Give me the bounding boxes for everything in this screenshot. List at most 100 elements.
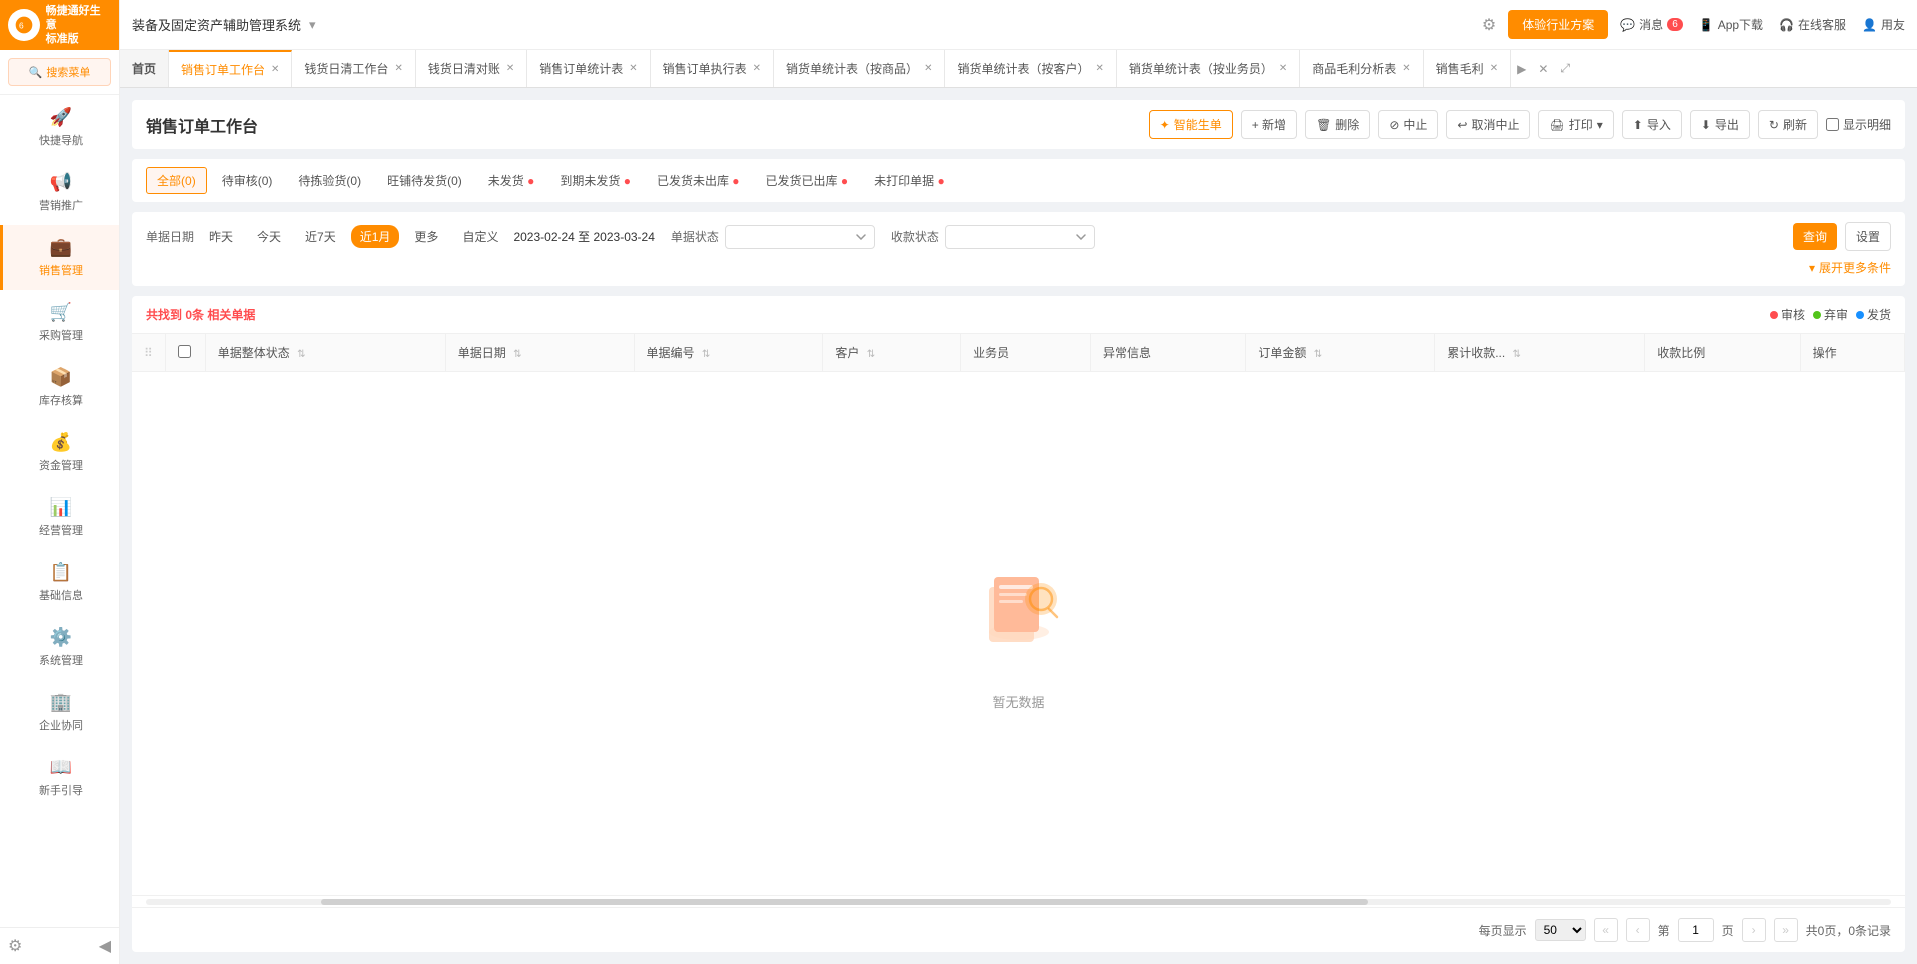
first-page-button[interactable]: « bbox=[1594, 918, 1618, 942]
refresh-button[interactable]: ↻ 刷新 bbox=[1758, 110, 1818, 139]
message-button[interactable]: 💬 消息 6 bbox=[1620, 16, 1683, 33]
sidebar-nav: 🚀 快捷导航 📢 营销推广 💼 销售管理 🛒 采购管理 📦 库存核算 💰 资金管… bbox=[0, 95, 119, 927]
page-prefix-label: 第 bbox=[1658, 922, 1670, 939]
tab-close-icon[interactable]: ✕ bbox=[1402, 63, 1410, 74]
tab-sales-profit[interactable]: 销售毛利 ✕ bbox=[1424, 50, 1511, 88]
sidebar-item-guide[interactable]: 📖 新手引导 bbox=[0, 745, 119, 810]
review-action-button[interactable]: 审核 bbox=[1770, 306, 1805, 323]
topbar-gear-icon[interactable]: ⚙ bbox=[1482, 15, 1496, 35]
filter-tab-pending-inspect[interactable]: 待拣验货(0) bbox=[287, 167, 372, 194]
date-btn-custom[interactable]: 自定义 bbox=[453, 225, 507, 248]
tab-sales-exec[interactable]: 销售订单执行表 ✕ bbox=[651, 50, 774, 88]
delete-button[interactable]: 🗑 删除 bbox=[1305, 110, 1370, 139]
tab-close-icon[interactable]: ✕ bbox=[629, 63, 637, 74]
show-detail-checkbox-label[interactable]: 显示明细 bbox=[1826, 116, 1891, 133]
print-button[interactable]: 🖨 打印 ▾ bbox=[1538, 110, 1613, 139]
next-page-button[interactable]: › bbox=[1742, 918, 1766, 942]
cancel-stop-button[interactable]: ↩ 取消中止 bbox=[1446, 110, 1530, 139]
date-range-display: 2023-02-24 至 2023-03-24 bbox=[513, 228, 654, 245]
tab-close-icon[interactable]: ✕ bbox=[1279, 63, 1287, 74]
sort-date-icon[interactable]: ⇅ bbox=[513, 349, 521, 360]
tab-cash-reconcile[interactable]: 钱货日清对账 ✕ bbox=[416, 50, 527, 88]
select-all-checkbox[interactable] bbox=[178, 345, 191, 358]
tab-close-icon[interactable]: ✕ bbox=[1095, 63, 1103, 74]
filter-settings-button[interactable]: 设置 bbox=[1845, 222, 1891, 251]
search-button[interactable]: 查询 bbox=[1793, 223, 1837, 250]
ship-action-button[interactable]: 发货 bbox=[1856, 306, 1891, 323]
per-page-select[interactable]: 50 10 20 100 bbox=[1535, 919, 1586, 941]
filter-status-select[interactable] bbox=[725, 225, 875, 249]
show-detail-checkbox[interactable] bbox=[1826, 118, 1839, 131]
tab-close-icon[interactable]: ✕ bbox=[394, 63, 402, 74]
ai-generate-button[interactable]: ✦ 智能生单 bbox=[1149, 110, 1233, 139]
sidebar-item-sales[interactable]: 💼 销售管理 bbox=[0, 225, 119, 290]
tab-cash-daily[interactable]: 钱货日清工作台 ✕ bbox=[292, 50, 415, 88]
sort-customer-icon[interactable]: ⇅ bbox=[867, 349, 875, 360]
filter-tab-expired-not-shipped[interactable]: 到期未发货 ● bbox=[549, 167, 642, 194]
page-number-input[interactable] bbox=[1678, 918, 1714, 942]
topbar-dropdown-icon[interactable]: ▾ bbox=[309, 17, 316, 33]
sidebar-item-enterprise[interactable]: 🏢 企业协同 bbox=[0, 680, 119, 745]
sidebar-item-finance[interactable]: 💰 资金管理 bbox=[0, 420, 119, 485]
export-button[interactable]: ⬇ 导出 bbox=[1690, 110, 1750, 139]
search-menu-button[interactable]: 🔍 搜索菜单 bbox=[8, 58, 111, 86]
sort-status-icon[interactable]: ⇅ bbox=[297, 349, 305, 360]
scroll-thumb[interactable] bbox=[321, 899, 1368, 905]
service-button[interactable]: 🎧 在线客服 bbox=[1779, 16, 1846, 33]
sidebar-item-operations[interactable]: 📊 经营管理 bbox=[0, 485, 119, 550]
sidebar-item-basic-info[interactable]: 📋 基础信息 bbox=[0, 550, 119, 615]
collapse-icon[interactable]: ◀ bbox=[99, 936, 111, 956]
user-menu[interactable]: 👤 用友 bbox=[1862, 16, 1905, 33]
sort-received-icon[interactable]: ⇅ bbox=[1513, 349, 1521, 360]
expand-more-button[interactable]: ▾ 展开更多条件 bbox=[1809, 259, 1891, 276]
filter-tab-all[interactable]: 全部(0) bbox=[146, 167, 207, 194]
sort-number-icon[interactable]: ⇅ bbox=[702, 349, 710, 360]
tab-close-icon[interactable]: ✕ bbox=[924, 63, 932, 74]
sidebar-item-marketing[interactable]: 📢 营销推广 bbox=[0, 160, 119, 225]
date-btn-7days[interactable]: 近7天 bbox=[296, 225, 345, 248]
filter-tab-not-shipped[interactable]: 未发货 ● bbox=[477, 167, 546, 194]
stop-button[interactable]: ⊘ 中止 bbox=[1378, 110, 1438, 139]
date-btn-1month[interactable]: 近1月 bbox=[351, 225, 400, 248]
filter-tab-pending-review[interactable]: 待审核(0) bbox=[211, 167, 284, 194]
filter-payment-select[interactable] bbox=[945, 225, 1095, 249]
tab-sales-workbench[interactable]: 销售订单工作台 ✕ bbox=[169, 50, 292, 88]
per-page-label: 每页显示 bbox=[1479, 922, 1527, 939]
th-check[interactable] bbox=[165, 334, 205, 372]
tabs-more-button[interactable]: ▶ bbox=[1511, 50, 1532, 88]
date-btn-more[interactable]: 更多 bbox=[405, 225, 447, 248]
tabs-close-all-button[interactable]: ✕ bbox=[1532, 50, 1554, 88]
tab-goods-stats-customer[interactable]: 销货单统计表（按客户） ✕ bbox=[945, 50, 1116, 88]
tab-home[interactable]: 首页 bbox=[120, 50, 169, 88]
sidebar-item-purchase[interactable]: 🛒 采购管理 bbox=[0, 290, 119, 355]
tabs-fullscreen-button[interactable]: ⤢ bbox=[1554, 50, 1576, 88]
tab-goods-stats-staff[interactable]: 销货单统计表（按业务员） ✕ bbox=[1117, 50, 1300, 88]
tab-close-icon[interactable]: ✕ bbox=[1490, 63, 1498, 74]
prev-page-button[interactable]: ‹ bbox=[1626, 918, 1650, 942]
tab-sales-stats[interactable]: 销售订单统计表 ✕ bbox=[527, 50, 650, 88]
filter-tab-shipped-not-out[interactable]: 已发货未出库 ● bbox=[646, 167, 751, 194]
last-page-button[interactable]: » bbox=[1774, 918, 1798, 942]
tab-close-icon[interactable]: ✕ bbox=[753, 63, 761, 74]
tab-close-icon[interactable]: ✕ bbox=[271, 64, 279, 75]
new-button[interactable]: + 新增 bbox=[1241, 110, 1297, 139]
date-btn-today[interactable]: 今天 bbox=[248, 225, 290, 248]
tab-goods-profit[interactable]: 商品毛利分析表 ✕ bbox=[1300, 50, 1423, 88]
sidebar-search-area[interactable]: 🔍 搜索菜单 bbox=[0, 50, 119, 95]
sidebar-item-quick-nav[interactable]: 🚀 快捷导航 bbox=[0, 95, 119, 160]
tab-goods-stats-product[interactable]: 销货单统计表（按商品） ✕ bbox=[774, 50, 945, 88]
sidebar-item-system[interactable]: ⚙️ 系统管理 bbox=[0, 615, 119, 680]
horizontal-scrollbar[interactable] bbox=[132, 895, 1905, 907]
settings-bottom-icon[interactable]: ⚙ bbox=[8, 936, 22, 956]
date-btn-yesterday[interactable]: 昨天 bbox=[200, 225, 242, 248]
import-button[interactable]: ⬆ 导入 bbox=[1622, 110, 1682, 139]
sort-amount-icon[interactable]: ⇅ bbox=[1314, 349, 1322, 360]
sidebar-item-inventory[interactable]: 📦 库存核算 bbox=[0, 355, 119, 420]
filter-tab-shipped-out[interactable]: 已发货已出库 ● bbox=[755, 167, 860, 194]
filter-tab-not-printed[interactable]: 未打印单据 ● bbox=[863, 167, 956, 194]
tab-close-icon[interactable]: ✕ bbox=[506, 63, 514, 74]
filter-tab-wangpu[interactable]: 旺铺待发货(0) bbox=[376, 167, 473, 194]
void-action-button[interactable]: 弃审 bbox=[1813, 306, 1848, 323]
app-download-button[interactable]: 📱 App下载 bbox=[1699, 16, 1763, 33]
solution-button[interactable]: 体验行业方案 bbox=[1508, 10, 1608, 39]
